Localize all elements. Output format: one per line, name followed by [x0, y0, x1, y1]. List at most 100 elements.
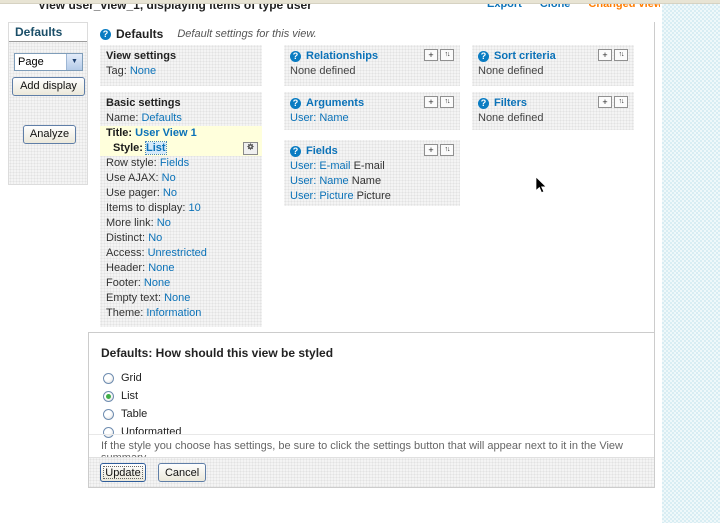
setting-label: Title: [106, 127, 132, 139]
analyze-button[interactable]: Analyze [23, 125, 76, 144]
setting-value-link[interactable]: No [163, 187, 177, 199]
add-field-button[interactable]: + [424, 144, 438, 156]
radio-button[interactable] [103, 409, 114, 420]
setting-value-link[interactable]: No [148, 232, 162, 244]
display-tabs-sidebar: Defaults Page ▼ Add display Analyze [8, 22, 88, 185]
empty-text: None defined [472, 111, 634, 126]
view-settings-title: View settings [106, 48, 256, 64]
radio-button[interactable] [103, 391, 114, 402]
setting-label: Distinct: [106, 232, 145, 244]
fields-title-link[interactable]: Fields [306, 143, 338, 159]
style-options: Grid List Table Unformatted [103, 369, 182, 441]
setting-value-link[interactable]: Information [146, 307, 201, 319]
arguments-title-link[interactable]: Arguments [306, 95, 364, 111]
view-action-link[interactable]: Clone [540, 4, 571, 10]
setting-label: Use AJAX: [106, 172, 159, 184]
field-suffix: Name [352, 175, 381, 187]
basic-settings-title: Basic settings [106, 95, 256, 111]
setting-label: More link: [106, 217, 154, 229]
argument-link[interactable]: User: Name [290, 112, 349, 124]
setting-value-link[interactable]: No [157, 217, 171, 229]
setting-row: Header: None [100, 261, 262, 276]
filters-box: ? Filters + ↑↓ None defined [472, 92, 634, 130]
help-icon[interactable]: ? [478, 98, 489, 109]
add-filter-button[interactable]: + [598, 96, 612, 108]
setting-label: Tag: [106, 65, 127, 77]
setting-value-link[interactable]: 10 [189, 202, 201, 214]
style-settings-form: Defaults: How should this view be styled… [88, 332, 655, 488]
argument-row: User: Name [284, 111, 460, 126]
page-background-pattern [662, 4, 720, 523]
add-display-button[interactable]: Add display [12, 77, 85, 96]
setting-row: Name: Defaults [100, 111, 262, 126]
rearrange-sorts-button[interactable]: ↑↓ [614, 49, 628, 61]
relationships-title-link[interactable]: Relationships [306, 48, 378, 64]
sort-criteria-title-link[interactable]: Sort criteria [494, 48, 556, 64]
setting-label: Use pager: [106, 187, 160, 199]
field-link[interactable]: User: Picture [290, 190, 354, 202]
setting-row: Row style: Fields [100, 156, 262, 171]
field-row: User: E-mail E-mail [284, 159, 460, 174]
empty-text: None defined [284, 64, 460, 79]
setting-row: More link: No [100, 216, 262, 231]
setting-value-link[interactable]: None [130, 65, 156, 77]
view-title-bar: View user_view_1, displaying items of ty… [0, 4, 660, 15]
setting-label: Style: [113, 142, 143, 154]
setting-value-link[interactable]: List [146, 142, 166, 154]
select-dropdown-arrow-icon[interactable]: ▼ [66, 54, 82, 70]
rearrange-arguments-button[interactable]: ↑↓ [440, 96, 454, 108]
setting-value-link[interactable]: No [162, 172, 176, 184]
setting-row: Empty text: None [100, 291, 262, 306]
filters-title-link[interactable]: Filters [494, 95, 527, 111]
add-argument-button[interactable]: + [424, 96, 438, 108]
rearrange-filters-button[interactable]: ↑↓ [614, 96, 628, 108]
setting-label: Header: [106, 262, 145, 274]
help-icon[interactable]: ? [290, 51, 301, 62]
radio-label: Grid [121, 372, 142, 384]
radio-button[interactable] [103, 373, 114, 384]
field-link[interactable]: User: E-mail [290, 160, 351, 172]
view-action-link[interactable]: Changed view [588, 4, 660, 10]
setting-value-link[interactable]: Fields [160, 157, 189, 169]
add-sort-button[interactable]: + [598, 49, 612, 61]
setting-label: Theme: [106, 307, 143, 319]
cancel-button[interactable]: Cancel [158, 463, 206, 482]
tab-defaults[interactable]: Defaults [9, 23, 87, 42]
setting-value-link[interactable]: Unrestricted [148, 247, 207, 259]
setting-label: Items to display: [106, 202, 185, 214]
add-relationship-button[interactable]: + [424, 49, 438, 61]
help-icon[interactable]: ? [478, 51, 489, 62]
update-button[interactable]: Update [100, 463, 146, 482]
empty-text: None defined [472, 64, 634, 79]
rearrange-relationships-button[interactable]: ↑↓ [440, 49, 454, 61]
setting-value-link[interactable]: None [164, 292, 190, 304]
mouse-cursor [535, 176, 547, 194]
setting-value-link[interactable]: Defaults [141, 112, 181, 124]
setting-row: Distinct: No [100, 231, 262, 246]
setting-value-link[interactable]: None [148, 262, 174, 274]
setting-value-link[interactable]: User View 1 [135, 127, 197, 139]
style-option[interactable]: Table [103, 405, 182, 423]
help-icon[interactable]: ? [290, 98, 301, 109]
style-form-title: Defaults: How should this view be styled [101, 346, 333, 360]
view-action-link[interactable]: Export [487, 4, 522, 10]
rearrange-fields-button[interactable]: ↑↓ [440, 144, 454, 156]
style-option[interactable]: List [103, 387, 182, 405]
setting-value-link[interactable]: None [144, 277, 170, 289]
radio-label: Table [121, 408, 147, 420]
page-title: View user_view_1, displaying items of ty… [38, 4, 312, 12]
radio-label: List [121, 390, 138, 402]
setting-row: Footer: None [100, 276, 262, 291]
display-type-select-value: Page [18, 56, 44, 68]
setting-label: Name: [106, 112, 138, 124]
help-icon[interactable]: ? [290, 146, 301, 157]
setting-row: Title: User View 1 [100, 126, 262, 141]
help-icon[interactable]: ? [100, 29, 111, 40]
setting-row: Tag: None [100, 64, 262, 79]
view-settings-box: View settings Tag: None [100, 45, 262, 86]
field-link[interactable]: User: Name [290, 175, 349, 187]
style-settings-gear-button[interactable] [243, 142, 258, 155]
display-type-select[interactable]: Page ▼ [14, 53, 83, 71]
radio-selected-dot [106, 394, 111, 399]
style-option[interactable]: Grid [103, 369, 182, 387]
